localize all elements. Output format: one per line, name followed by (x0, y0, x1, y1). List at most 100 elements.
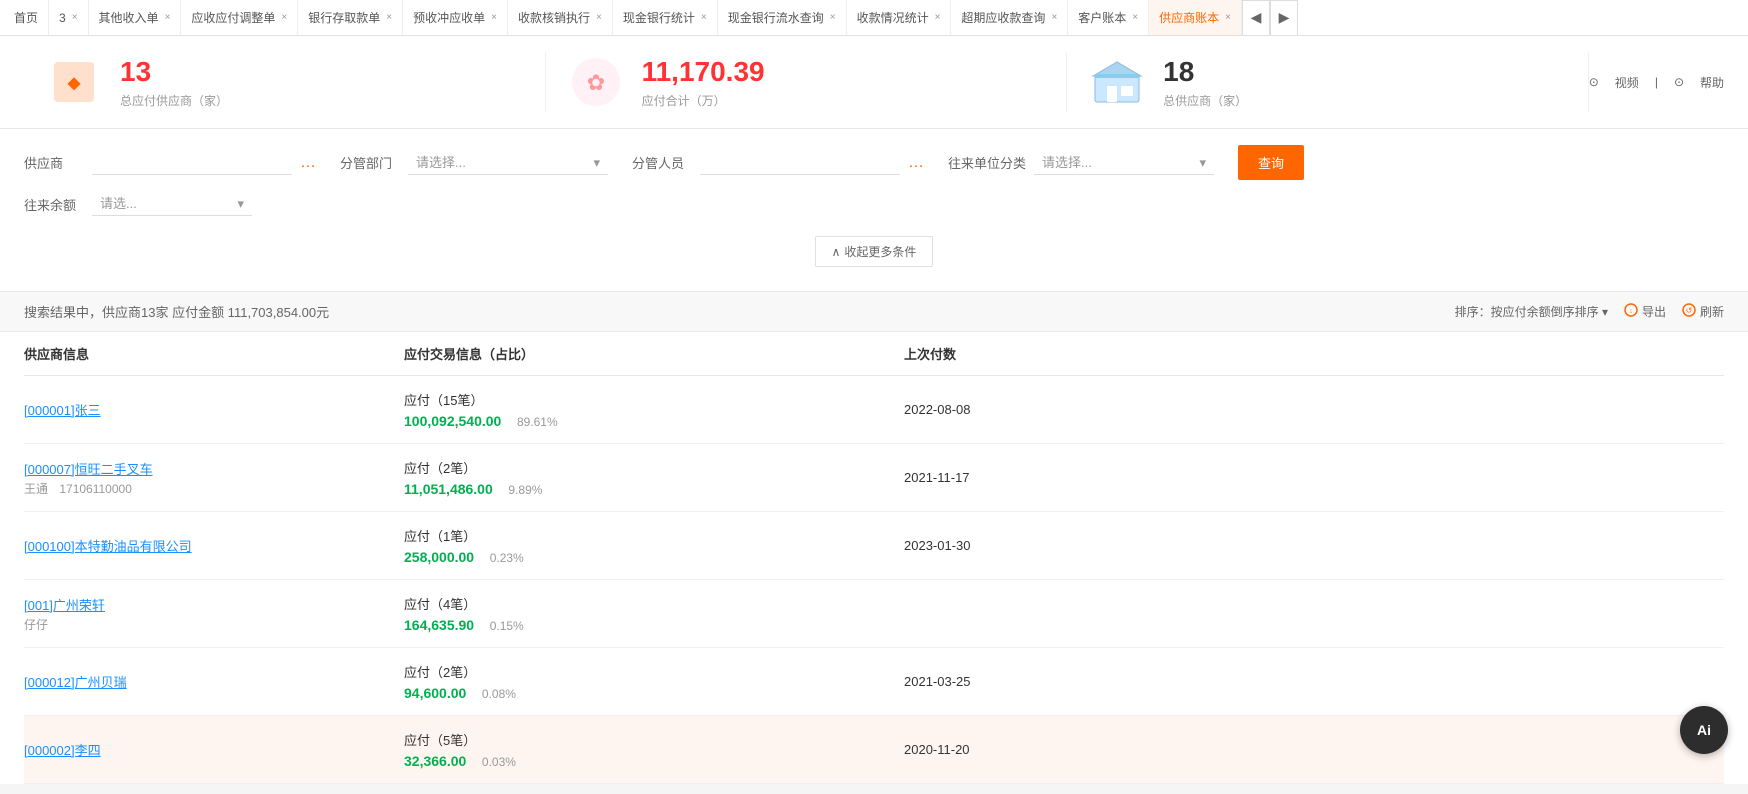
close-icon[interactable]: × (281, 12, 287, 23)
trans-amount-5[interactable]: 32,366.00 (404, 753, 466, 769)
supplier-link-3[interactable]: [001]广州荣轩 (24, 595, 404, 614)
filter-person: 分管人员 … (632, 151, 924, 175)
trans-label-1: 应付（2笔） (404, 458, 904, 477)
nav-tab-prepay[interactable]: 预收冲应收单 × (403, 0, 508, 35)
trans-label-4: 应付（2笔） (404, 662, 904, 681)
chevron-down-icon[interactable]: ▾ (1602, 305, 1608, 319)
close-icon[interactable]: × (72, 12, 78, 23)
nav-prev-arrow[interactable]: ◀ (1242, 0, 1270, 36)
filter-category-wrapper: 请选择... (1034, 151, 1214, 175)
last-pay-0: 2022-08-08 (904, 402, 1724, 417)
nav-tab-supplier-account-label: 供应商账本 (1159, 9, 1219, 26)
close-icon[interactable]: × (491, 12, 497, 23)
stat-card-payable-suppliers: ◆ 13 总应付供应商（家） (24, 52, 546, 112)
supplier-input[interactable] (92, 151, 292, 175)
ai-button[interactable]: Ai (1680, 706, 1728, 754)
supplier-link-5[interactable]: [000002]李四 (24, 740, 404, 759)
nav-tab-collection-stats[interactable]: 收款情况统计 × (847, 0, 952, 35)
results-actions: 排序：按应付余额倒序排序 ▾ ↓ 导出 ↺ 刷新 (1455, 303, 1724, 320)
filter-supplier: 供应商 … (24, 151, 316, 175)
nav-tab-customer-account-label: 客户账本 (1078, 9, 1126, 26)
close-icon[interactable]: × (935, 12, 941, 23)
nav-tab-adjustments[interactable]: 应收应付调整单 × (181, 0, 298, 35)
filter-balance: 往来余额 请选... (24, 192, 252, 216)
col-header-transaction: 应付交易信息（占比） (404, 344, 904, 363)
header-links: ⊙ 视频 | ⊙ 帮助 (1589, 74, 1724, 91)
trans-percent-0: 89.61% (517, 415, 558, 429)
person-dots-button[interactable]: … (908, 154, 924, 172)
table-row: [000100]本特勤油品有限公司 应付（1笔） 258,000.00 0.23… (24, 512, 1724, 580)
dept-select[interactable]: 请选择... (408, 151, 608, 175)
close-icon[interactable]: × (596, 12, 602, 23)
close-icon[interactable]: × (1051, 12, 1057, 23)
search-button[interactable]: 查询 (1238, 145, 1304, 180)
trans-amount-1[interactable]: 11,051,486.00 (404, 481, 493, 497)
close-icon[interactable]: × (165, 12, 171, 23)
shop-icon (1087, 52, 1147, 112)
nav-tab-home[interactable]: 首页 (4, 0, 49, 35)
refresh-button[interactable]: ↺ 刷新 (1682, 303, 1724, 320)
nav-tab-supplier-account[interactable]: 供应商账本 × (1149, 0, 1242, 35)
trans-amount-2[interactable]: 258,000.00 (404, 549, 474, 565)
help-link[interactable]: 帮助 (1700, 74, 1724, 91)
person-input[interactable] (700, 151, 900, 175)
header-stats-section: ◆ 13 总应付供应商（家） ✿ 11,170.39 应付合计（万） (0, 36, 1748, 129)
close-icon[interactable]: × (701, 12, 707, 23)
table-row: [000007]恒旺二手叉车 王通 17106110000 应付（2笔） 11,… (24, 444, 1724, 512)
trans-label-2: 应付（1笔） (404, 526, 904, 545)
category-select[interactable]: 请选择... (1034, 151, 1214, 175)
nav-tab-bank-deposit[interactable]: 银行存取款单 × (298, 0, 403, 35)
diamond-icon: ◆ (44, 52, 104, 112)
trans-amount-4[interactable]: 94,600.00 (404, 685, 466, 701)
stat-number-total-suppliers: 18 (1163, 55, 1247, 89)
nav-next-arrow[interactable]: ▶ (1270, 0, 1298, 36)
balance-select[interactable]: 请选... (92, 192, 252, 216)
nav-tab-cash-flow[interactable]: 现金银行流水查询 × (718, 0, 847, 35)
trans-amount-3[interactable]: 164,635.90 (404, 617, 474, 633)
filter-row-1: 供应商 … 分管部门 请选择... 分管人员 … 往来单位分类 请选择... (24, 145, 1724, 180)
filter-area: 供应商 … 分管部门 请选择... 分管人员 … 往来单位分类 请选择... (0, 129, 1748, 292)
top-navigation: 首页 3 × 其他收入单 × 应收应付调整单 × 银行存取款单 × 预收冲应收单… (0, 0, 1748, 36)
supplier-link-2[interactable]: [000100]本特勤油品有限公司 (24, 536, 404, 555)
nav-tab-other-income[interactable]: 其他收入单 × (89, 0, 182, 35)
last-pay-date-4: 2021-03-25 (904, 674, 971, 689)
contact-phone-1: 17106110000 (59, 482, 132, 496)
nav-tab-cash-bank-stats[interactable]: 现金银行统计 × (613, 0, 718, 35)
table-row: [000002]李四 应付（5笔） 32,366.00 0.03% 2020-1… (24, 716, 1724, 784)
nav-tab-overdue[interactable]: 超期应收款查询 × (951, 0, 1068, 35)
transaction-info-0: 应付（15笔） 100,092,540.00 89.61% (404, 390, 904, 429)
supplier-info-2: [000100]本特勤油品有限公司 (24, 536, 404, 555)
nav-tab-prepay-label: 预收冲应收单 (413, 9, 485, 26)
export-button[interactable]: ↓ 导出 (1624, 303, 1666, 320)
close-icon[interactable]: × (1132, 12, 1138, 23)
svg-text:✿: ✿ (586, 70, 604, 95)
ai-button-label: Ai (1697, 722, 1711, 738)
sort-label: 排序：按应付余额倒序排序 ▾ (1455, 303, 1608, 320)
sort-label-text: 排序：按应付余额倒序排序 (1455, 305, 1599, 319)
filter-balance-label: 往来余额 (24, 195, 84, 214)
export-icon: ↓ (1624, 303, 1638, 320)
transaction-info-5: 应付（5笔） 32,366.00 0.03% (404, 730, 904, 769)
trans-percent-4: 0.08% (482, 687, 516, 701)
collapse-button[interactable]: ∧ 收起更多条件 (815, 236, 934, 267)
nav-tab-customer-account[interactable]: 客户账本 × (1068, 0, 1149, 35)
supplier-link-0[interactable]: [000001]张三 (24, 400, 404, 419)
last-pay-2: 2023-01-30 (904, 538, 1724, 553)
filter-row-2: 往来余额 请选... (24, 192, 1724, 216)
last-pay-date-0: 2022-08-08 (904, 402, 971, 417)
trans-amount-0[interactable]: 100,092,540.00 (404, 413, 501, 429)
transaction-info-4: 应付（2笔） 94,600.00 0.08% (404, 662, 904, 701)
supplier-dots-button[interactable]: … (300, 154, 316, 172)
nav-tab-overdue-label: 超期应收款查询 (961, 9, 1045, 26)
contact-name-3: 仔仔 (24, 618, 48, 632)
filter-category: 往来单位分类 请选择... (948, 151, 1214, 175)
close-icon[interactable]: × (1225, 12, 1231, 23)
close-icon[interactable]: × (830, 12, 836, 23)
nav-tab-3[interactable]: 3 × (49, 0, 89, 35)
transaction-info-1: 应付（2笔） 11,051,486.00 9.89% (404, 458, 904, 497)
close-icon[interactable]: × (386, 12, 392, 23)
supplier-link-1[interactable]: [000007]恒旺二手叉车 (24, 459, 404, 478)
nav-tab-collection[interactable]: 收款核销执行 × (508, 0, 613, 35)
video-link[interactable]: 视频 (1615, 74, 1639, 91)
supplier-link-4[interactable]: [000012]广州贝瑞 (24, 672, 404, 691)
